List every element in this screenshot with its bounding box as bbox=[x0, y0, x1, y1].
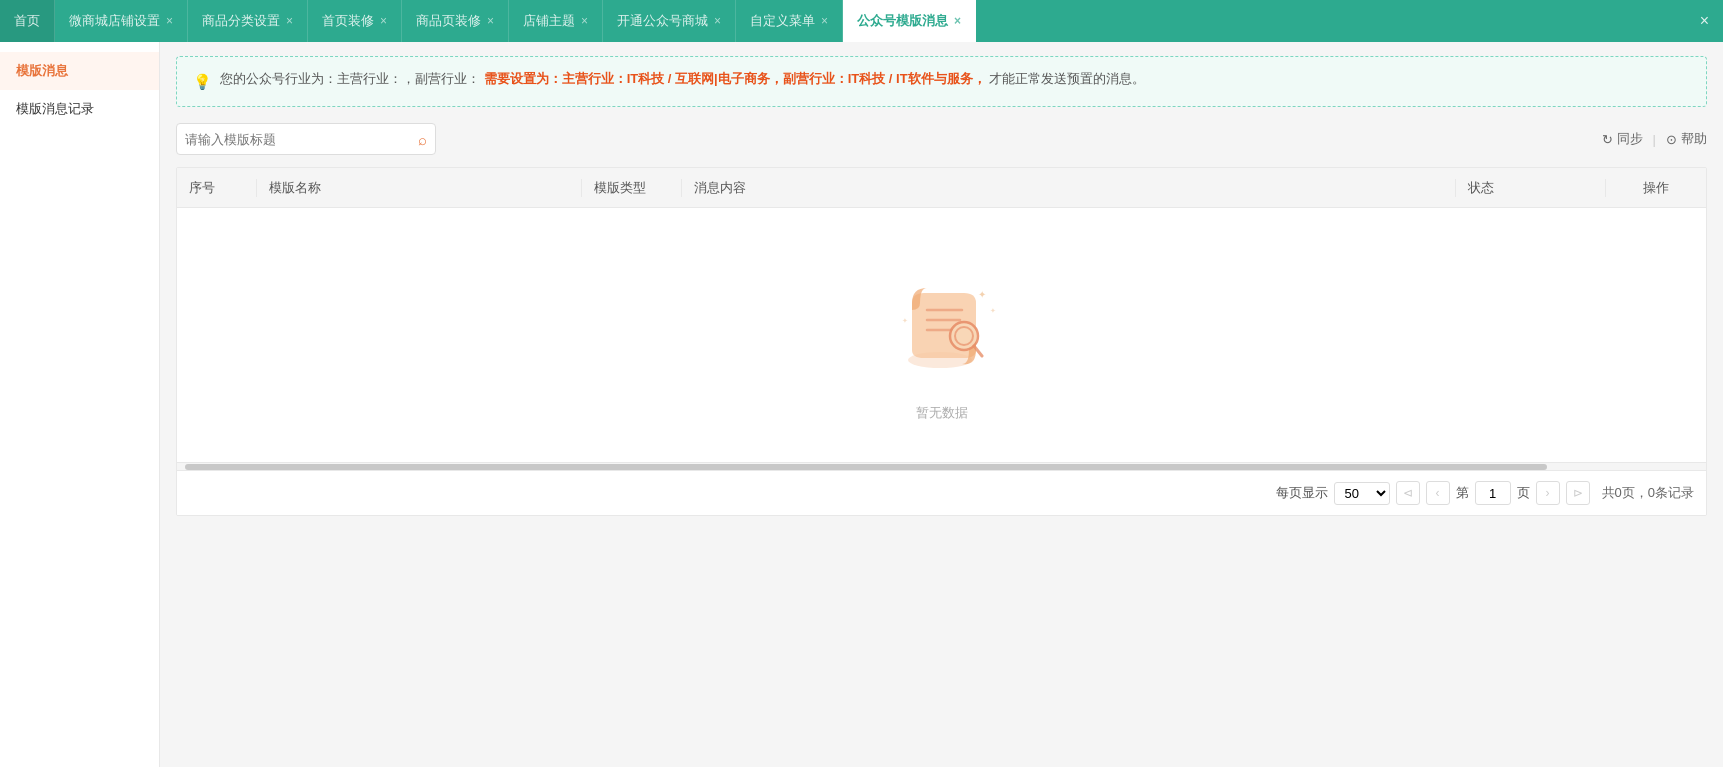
top-nav: 首页微商城店铺设置×商品分类设置×首页装修×商品页装修×店铺主题×开通公众号商城… bbox=[0, 0, 1723, 42]
close-tab-category-setting[interactable]: × bbox=[286, 14, 293, 28]
pagination: 每页显示 102050100 ⊲ ‹ 第 页 › ⊳ 共0页，0条记录 bbox=[177, 470, 1706, 515]
close-all-button[interactable]: × bbox=[1686, 12, 1723, 30]
svg-text:✦: ✦ bbox=[902, 317, 908, 324]
search-icon[interactable]: ⌕ bbox=[418, 131, 427, 148]
th-content: 消息内容 bbox=[682, 179, 1456, 197]
sync-button[interactable]: ↻ 同步 bbox=[1602, 130, 1643, 148]
sync-icon: ↻ bbox=[1602, 132, 1613, 147]
search-actions: ↻ 同步 | ⊙ 帮助 bbox=[1602, 130, 1707, 148]
table-header: 序号 模版名称 模版类型 消息内容 状态 操作 bbox=[177, 168, 1706, 208]
divider: | bbox=[1653, 132, 1656, 147]
close-tab-store-theme[interactable]: × bbox=[581, 14, 588, 28]
th-action: 操作 bbox=[1606, 179, 1706, 197]
total-info: 共0页，0条记录 bbox=[1602, 484, 1694, 502]
nav-tab-homepage-decor[interactable]: 首页装修× bbox=[308, 0, 402, 42]
close-tab-product-decor[interactable]: × bbox=[487, 14, 494, 28]
scroll-thumb[interactable] bbox=[185, 464, 1547, 470]
close-tab-custom-menu[interactable]: × bbox=[821, 14, 828, 28]
nav-tab-home[interactable]: 首页 bbox=[0, 0, 55, 42]
sidebar-item-template-msg[interactable]: 模版消息 bbox=[0, 52, 159, 90]
first-page-button[interactable]: ⊲ bbox=[1396, 481, 1420, 505]
scroll-bar[interactable] bbox=[177, 462, 1706, 470]
page-word: 第 bbox=[1456, 484, 1469, 502]
info-banner: 💡 您的公众号行业为：主营行业：，副营行业： 需要设置为：主营行业：IT科技 /… bbox=[176, 56, 1707, 107]
nav-tab-shop-setting[interactable]: 微商城店铺设置× bbox=[55, 0, 188, 42]
nav-tab-store-theme[interactable]: 店铺主题× bbox=[509, 0, 603, 42]
page-number-input[interactable] bbox=[1475, 481, 1511, 505]
close-tab-template-msg[interactable]: × bbox=[954, 14, 961, 28]
close-tab-open-mall[interactable]: × bbox=[714, 14, 721, 28]
search-bar: ⌕ ↻ 同步 | ⊙ 帮助 bbox=[176, 123, 1707, 155]
search-input-container[interactable]: ⌕ bbox=[176, 123, 436, 155]
info-banner-text: 您的公众号行业为：主营行业：，副营行业： 需要设置为：主营行业：IT科技 / 互… bbox=[220, 69, 1145, 90]
help-icon: ⊙ bbox=[1666, 132, 1677, 147]
th-seq: 序号 bbox=[177, 179, 257, 197]
sidebar: 模版消息模版消息记录 bbox=[0, 42, 160, 767]
nav-tab-template-msg[interactable]: 公众号模版消息× bbox=[843, 0, 976, 42]
page-size-select[interactable]: 102050100 bbox=[1334, 482, 1390, 505]
svg-text:✦: ✦ bbox=[990, 307, 996, 314]
nav-tab-custom-menu[interactable]: 自定义菜单× bbox=[736, 0, 843, 42]
empty-text: 暂无数据 bbox=[916, 404, 968, 422]
svg-text:✦: ✦ bbox=[978, 289, 986, 300]
close-tab-shop-setting[interactable]: × bbox=[166, 14, 173, 28]
help-button[interactable]: ⊙ 帮助 bbox=[1666, 130, 1707, 148]
th-name: 模版名称 bbox=[257, 179, 582, 197]
main-layout: 模版消息模版消息记录 💡 您的公众号行业为：主营行业：，副营行业： 需要设置为：… bbox=[0, 42, 1723, 767]
nav-tab-product-decor[interactable]: 商品页装修× bbox=[402, 0, 509, 42]
prev-page-button[interactable]: ‹ bbox=[1426, 481, 1450, 505]
nav-tab-open-mall[interactable]: 开通公众号商城× bbox=[603, 0, 736, 42]
th-status: 状态 bbox=[1456, 179, 1606, 197]
close-tab-homepage-decor[interactable]: × bbox=[380, 14, 387, 28]
content-area: 💡 您的公众号行业为：主营行业：，副营行业： 需要设置为：主营行业：IT科技 /… bbox=[160, 42, 1723, 767]
th-type: 模版类型 bbox=[582, 179, 682, 197]
empty-state: ✦ ✦ ✦ 暂无数据 bbox=[177, 208, 1706, 462]
page-unit: 页 bbox=[1517, 484, 1530, 502]
table-container: 序号 模版名称 模版类型 消息内容 状态 操作 bbox=[176, 167, 1707, 516]
page-size-label: 每页显示 bbox=[1276, 484, 1328, 502]
search-input[interactable] bbox=[185, 132, 414, 147]
next-page-button[interactable]: › bbox=[1536, 481, 1560, 505]
empty-illustration: ✦ ✦ ✦ bbox=[882, 268, 1002, 388]
nav-tab-category-setting[interactable]: 商品分类设置× bbox=[188, 0, 308, 42]
last-page-button[interactable]: ⊳ bbox=[1566, 481, 1590, 505]
sidebar-item-template-record[interactable]: 模版消息记录 bbox=[0, 90, 159, 128]
bulb-icon: 💡 bbox=[193, 70, 212, 94]
